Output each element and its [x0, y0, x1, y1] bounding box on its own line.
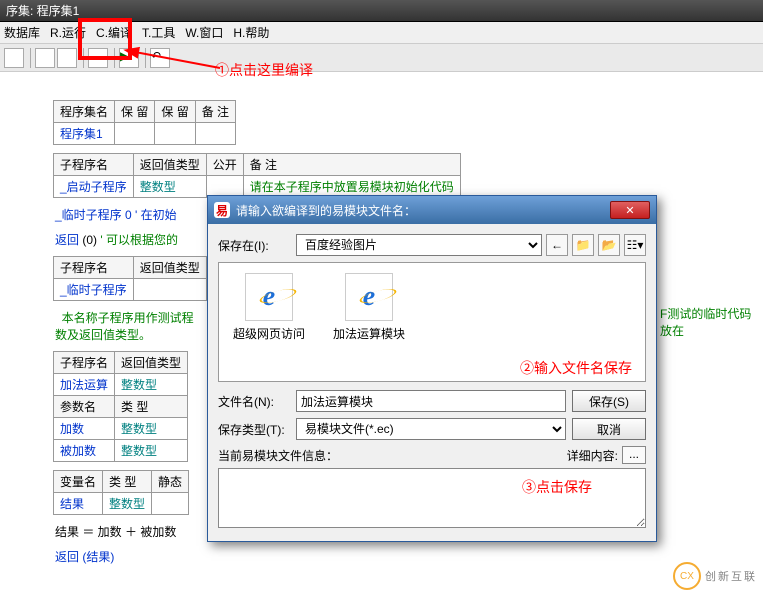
cell-type[interactable]: 整数型 [103, 493, 152, 515]
label-filename: 文件名(N): [218, 393, 296, 410]
col-reserved: 保 留 [115, 101, 155, 123]
watermark-logo-icon: CX [673, 562, 701, 590]
menu-window[interactable]: W.窗口 [185, 24, 223, 41]
cell-progset1[interactable]: 程序集1 [54, 123, 115, 145]
cell-tempsub[interactable]: _临时子程序 [54, 279, 134, 301]
col-rettype: 返回值类型 [133, 154, 206, 176]
col-subname: 子程序名 [54, 154, 134, 176]
col-reserved: 保 留 [155, 101, 195, 123]
back-icon[interactable]: ← [546, 234, 568, 256]
menu-database[interactable]: 数据库 [4, 24, 40, 41]
col-static: 静态 [152, 471, 189, 493]
view-menu-icon[interactable]: ☷▾ [624, 234, 646, 256]
watermark: CX 创新互联 [673, 562, 757, 590]
input-filename[interactable] [296, 390, 566, 412]
cell-result[interactable]: 结果 [54, 493, 103, 515]
new-folder-icon[interactable]: 📂 [598, 234, 620, 256]
cancel-button[interactable]: 取消 [572, 418, 646, 440]
table-var: 变量名类 型静态 结果整数型 [53, 470, 189, 515]
table-sub3: 子程序名返回值类型 加法运算整数型 参数名类 型 加数整数型 被加数整数型 [53, 351, 188, 462]
save-button[interactable]: 保存(S) [572, 390, 646, 412]
annotation-2: ②输入文件名保存 [520, 358, 632, 378]
detail-button[interactable]: ... [622, 446, 646, 464]
cell-type[interactable]: 整数型 [133, 176, 206, 198]
up-folder-icon[interactable]: 📁 [572, 234, 594, 256]
col-remark: 备 注 [195, 101, 235, 123]
menu-tool[interactable]: T.工具 [142, 24, 175, 41]
toolbar-btn-1[interactable] [4, 48, 24, 68]
file-label: 加法运算模块 [333, 325, 405, 342]
cell-addend[interactable]: 加数 [54, 418, 115, 440]
code-line: 返回 (结果) [55, 548, 763, 565]
cell-augend[interactable]: 被加数 [54, 440, 115, 462]
cell-addfunc[interactable]: 加法运算 [54, 374, 115, 396]
col-varname: 变量名 [54, 471, 103, 493]
cell-type[interactable]: 整数型 [115, 440, 188, 462]
col-paramname: 参数名 [54, 396, 115, 418]
select-filetype[interactable]: 易模块文件(*.ec) [296, 418, 566, 440]
menu-help[interactable]: H.帮助 [233, 24, 269, 41]
file-item[interactable]: e 超级网页访问 [229, 273, 309, 342]
col-remark: 备 注 [243, 154, 460, 176]
label-detail: 详细内容: [567, 447, 618, 464]
window-title: 序集: 程序集1 [6, 4, 79, 18]
side-text: F测试的临时代码放在 [660, 305, 763, 339]
close-button[interactable]: ✕ [610, 201, 650, 219]
ie-file-icon: e [245, 273, 293, 321]
annotation-3: ③点击保存 [522, 477, 592, 497]
cell-type[interactable]: 整数型 [115, 418, 188, 440]
col-rettype: 返回值类型 [115, 352, 188, 374]
cell-type[interactable]: 整数型 [115, 374, 188, 396]
label-module-info: 当前易模块文件信息： [218, 447, 338, 464]
table-sub2: 子程序名返回值类型 _临时子程序 [53, 256, 207, 301]
separator [145, 48, 146, 68]
select-save-in[interactable]: 百度经验图片 [296, 234, 542, 256]
toolbar-btn-2[interactable] [35, 48, 55, 68]
watermark-text: 创新互联 [705, 568, 757, 584]
file-label: 超级网页访问 [233, 325, 305, 342]
ie-file-icon: e [345, 273, 393, 321]
separator [30, 48, 31, 68]
dialog-title: 请输入欲编译到的易模块文件名： [236, 202, 416, 219]
col-vartype: 类 型 [103, 471, 152, 493]
annotation-red-box [78, 18, 132, 60]
col-paramtype: 类 型 [115, 396, 188, 418]
col-subname: 子程序名 [54, 352, 115, 374]
col-public: 公开 [206, 154, 243, 176]
app-icon: 易 [214, 202, 230, 218]
dialog-titlebar: 易 请输入欲编译到的易模块文件名： ✕ [208, 196, 656, 224]
table-progset: 程序集名保 留保 留备 注 程序集1 [53, 100, 236, 145]
toolbar-btn-6[interactable]: ↶ [150, 48, 170, 68]
label-filetype: 保存类型(T): [218, 421, 296, 438]
annotation-1: ①点击这里编译 [215, 60, 313, 80]
cell-startup[interactable]: _启动子程序 [54, 176, 134, 198]
file-item[interactable]: e 加法运算模块 [329, 273, 409, 342]
toolbar-btn-3[interactable] [57, 48, 77, 68]
label-save-in: 保存在(I): [218, 237, 296, 254]
col-subname: 子程序名 [54, 257, 134, 279]
col-progset-name: 程序集名 [54, 101, 115, 123]
col-rettype: 返回值类型 [133, 257, 206, 279]
table-sub1: 子程序名返回值类型公开备 注 _启动子程序整数型请在本子程序中放置易模块初始化代… [53, 153, 461, 198]
